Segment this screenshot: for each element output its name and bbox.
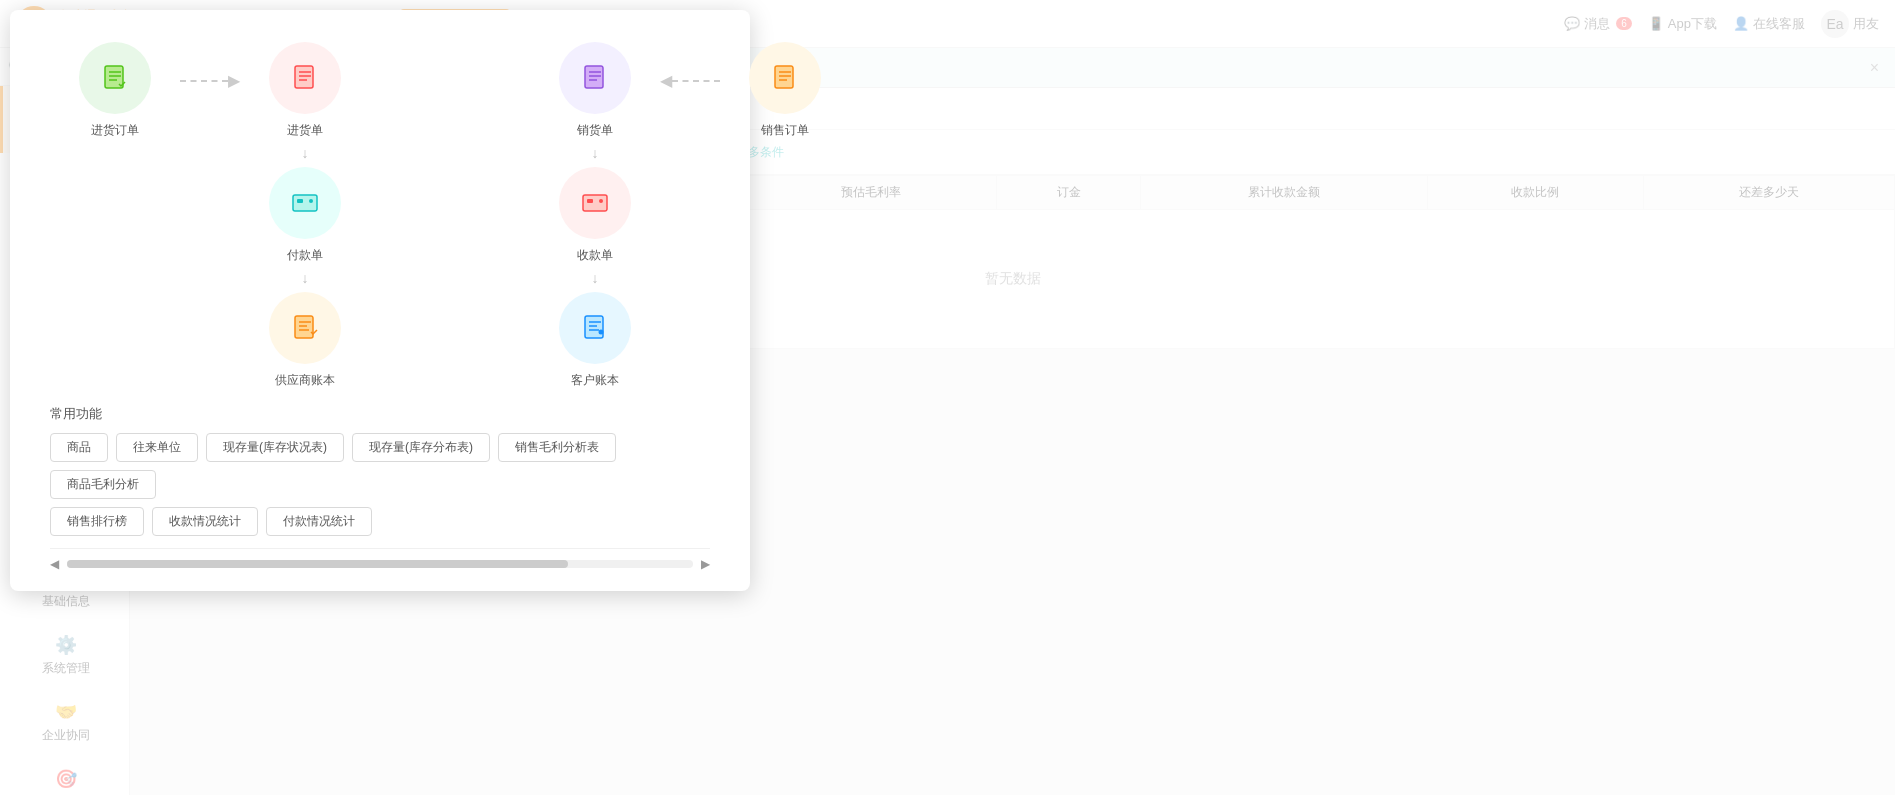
sales-order-label: 销售订单 [761, 122, 809, 139]
scroll-right-arrow[interactable]: ▶ [701, 557, 710, 571]
func-btn-partner[interactable]: 往来单位 [130, 433, 198, 462]
common-functions: 常用功能 商品 往来单位 现存量(库存状况表) 现存量(库存分布表) 销售毛利分… [130, 405, 710, 536]
down-arrow-payment: ↓ [240, 270, 370, 286]
svg-rect-22 [295, 316, 313, 338]
svg-rect-4 [295, 66, 313, 88]
supplier-account-icon [269, 292, 341, 364]
flow-node-payment-bill[interactable]: 付款单 [240, 167, 370, 264]
purchase-order-label: 进货订单 [130, 122, 139, 139]
receipt-bill-label: 收款单 [577, 247, 613, 264]
flow-node-purchase-order[interactable]: 进货订单 [130, 48, 180, 139]
flow-node-sales-order[interactable]: 销售订单 [720, 48, 850, 139]
content-area: 首页 销售订单执行表 × × ❓ 帮助 🖨 按模板打印 ▾ [130, 48, 1895, 795]
svg-rect-20 [587, 199, 593, 203]
flow-node-receipt-bill[interactable]: 收款单 [530, 167, 660, 264]
flow-node-sales-bill[interactable]: 销货单 [530, 48, 660, 139]
flow-node-customer-account[interactable]: 客户账本 [530, 292, 660, 389]
supplier-account-label: 供应商账本 [275, 372, 335, 389]
sales-bill-label: 销货单 [577, 122, 613, 139]
down-arrow-receipt: ↓ [530, 270, 660, 286]
flow-node-purchase-bill[interactable]: 进货单 [240, 48, 370, 139]
main-area: 🔍 搜索菜单 🏠 快捷导航 📣 营销推广 🛒 销售管理 📦 采购管理 🏪 [0, 48, 1895, 795]
scroll-track[interactable] [130, 560, 693, 568]
flow-arrows-down-2: ↓ ↓ [130, 264, 710, 292]
purchase-bill-label: 进货单 [287, 122, 323, 139]
flow-row-1: 进货订单 ▶ 进货单 [130, 48, 710, 139]
purchase-order-icon [130, 48, 151, 114]
receipt-bill-icon [559, 167, 631, 239]
down-arrow-purchase: ↓ [240, 145, 370, 161]
svg-point-18 [309, 199, 313, 203]
modal-box: 进货订单 ▶ 进货单 [130, 48, 750, 591]
arrow-h-2: ◀ [660, 71, 720, 110]
func-btn-stock-status[interactable]: 现存量(库存状况表) [206, 433, 344, 462]
func-btn-sales-profit[interactable]: 销售毛利分析表 [498, 433, 616, 462]
flow-row-3: 供应商账本 客户账本 [130, 292, 710, 389]
modal-scroll: ◀ ▶ [130, 548, 710, 571]
scroll-thumb [130, 560, 568, 568]
flow-node-supplier-account[interactable]: 供应商账本 [240, 292, 370, 389]
payment-bill-label: 付款单 [287, 247, 323, 264]
svg-rect-19 [583, 195, 607, 211]
sales-order-icon [749, 48, 821, 114]
arrow-h-1: ▶ [180, 71, 240, 110]
svg-point-21 [599, 199, 603, 203]
func-buttons-row-1: 商品 往来单位 现存量(库存状况表) 现存量(库存分布表) 销售毛利分析表 商品… [130, 433, 710, 499]
flow-row-2: 付款单 收款单 [130, 167, 710, 264]
svg-rect-17 [297, 199, 303, 203]
sales-bill-icon [559, 48, 631, 114]
flow-arrows-down: ↓ ↓ [130, 139, 710, 167]
payment-bill-icon [269, 167, 341, 239]
svg-rect-16 [293, 195, 317, 211]
common-functions-title: 常用功能 [130, 405, 710, 423]
svg-point-30 [599, 330, 604, 335]
func-btn-sales-rank[interactable]: 销售排行榜 [130, 507, 144, 536]
customer-account-label: 客户账本 [571, 372, 619, 389]
svg-rect-26 [585, 316, 603, 338]
func-btn-payment-stat[interactable]: 付款情况统计 [266, 507, 372, 536]
func-btn-receipt-stat[interactable]: 收款情况统计 [152, 507, 258, 536]
modal-overlay: 进货订单 ▶ 进货单 [130, 48, 1895, 795]
svg-rect-12 [775, 66, 793, 88]
svg-rect-8 [585, 66, 603, 88]
func-btn-stock-dist[interactable]: 现存量(库存分布表) [352, 433, 490, 462]
customer-account-icon [559, 292, 631, 364]
down-arrow-sales: ↓ [530, 145, 660, 161]
app-container: 畅 畅康通好生意 标准版 装备及固定资产辅助管理系统 ▾ ⚙ 体验行业方案 💬 … [0, 0, 1895, 795]
func-buttons-row-2: 销售排行榜 收款情况统计 付款情况统计 [130, 507, 710, 536]
purchase-bill-icon [269, 48, 341, 114]
func-btn-product-profit[interactable]: 商品毛利分析 [130, 470, 156, 499]
